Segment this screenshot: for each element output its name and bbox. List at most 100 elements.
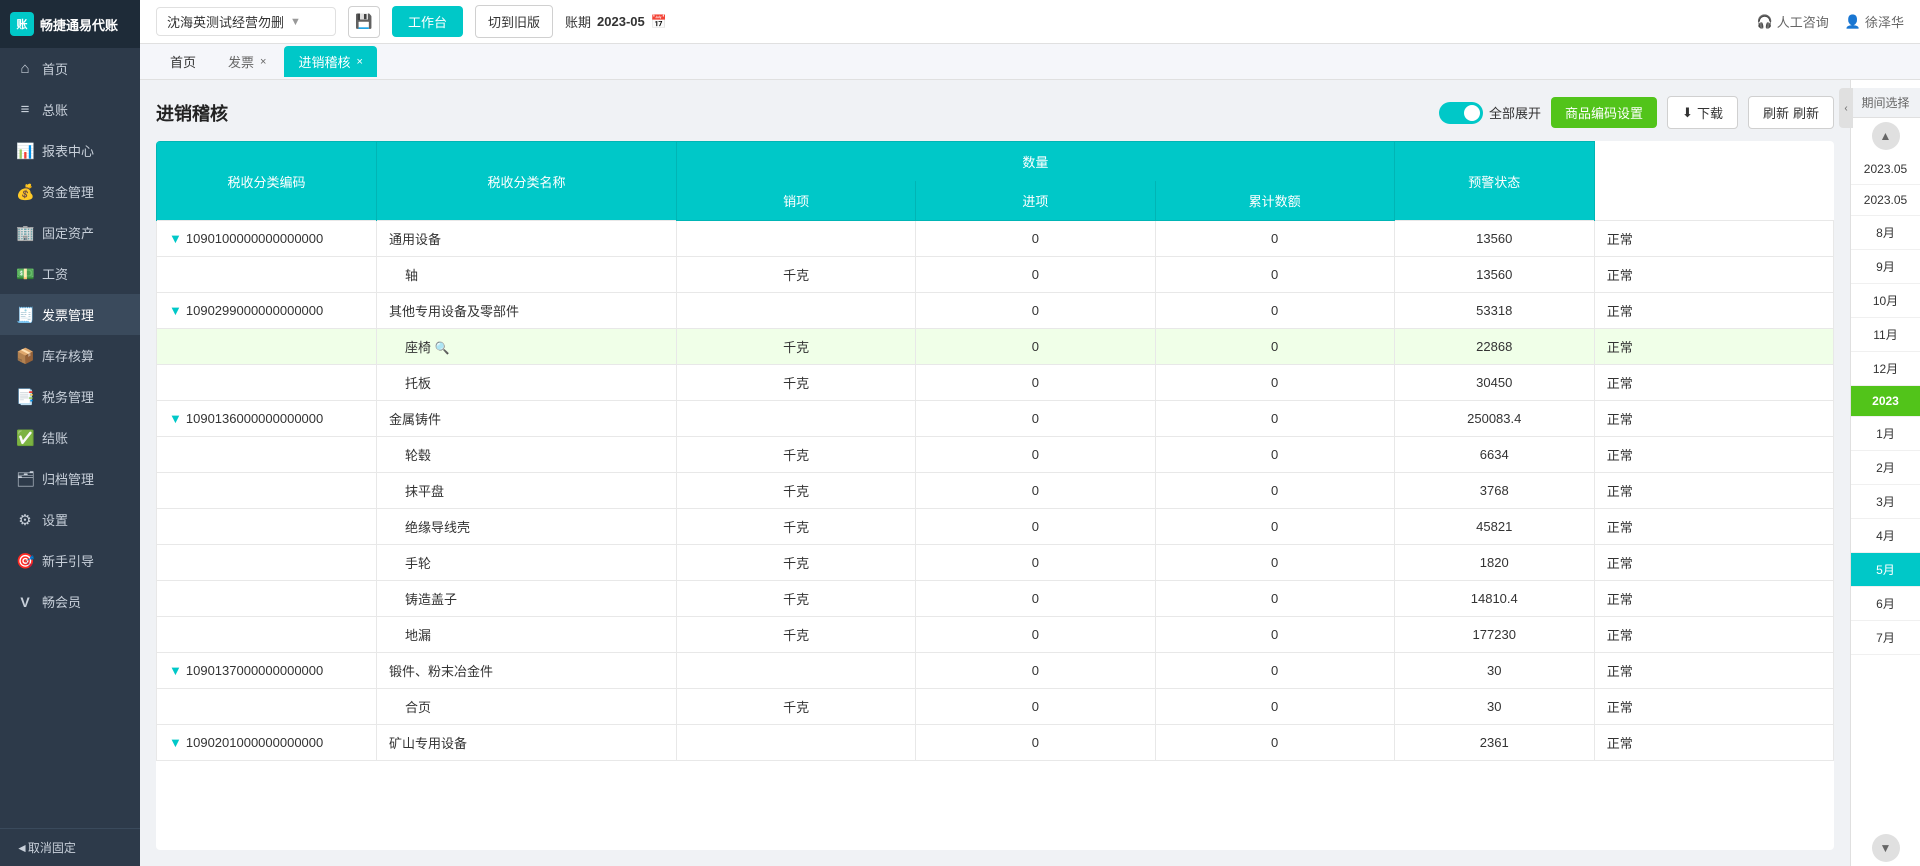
table-row-xiao: 0	[916, 545, 1155, 581]
sidebar-item-home[interactable]: ⌂ 首页	[0, 48, 140, 89]
table-row-status: 正常	[1594, 401, 1833, 437]
period-list: 2023.052023.058月9月10月11月12月20231月2月3月4月5…	[1851, 154, 1920, 830]
search-icon[interactable]: 🔍	[435, 341, 450, 355]
sidebar-item-member[interactable]: V 畅会员	[0, 581, 140, 622]
period-value: 2023-05	[597, 14, 645, 29]
table-row-status: 正常	[1594, 257, 1833, 293]
expand-icon[interactable]: ▼	[169, 735, 182, 750]
table-row-unit-spacer	[677, 725, 916, 761]
table-row-jin: 0	[1155, 365, 1394, 401]
sidebar-item-invoice[interactable]: 🧾 发票管理	[0, 294, 140, 335]
sidebar-item-assets[interactable]: 🏢 固定资产	[0, 212, 140, 253]
home-icon: ⌂	[16, 60, 34, 77]
sidebar-label-invoice: 发票管理	[42, 305, 94, 324]
sidebar-item-guide[interactable]: 🎯 新手引导	[0, 540, 140, 581]
expand-icon[interactable]: ▼	[169, 411, 182, 426]
table-row-name: 合页	[377, 689, 677, 725]
download-button[interactable]: ⬇ 下载	[1667, 96, 1738, 129]
user-profile[interactable]: 👤 徐泽华	[1845, 12, 1904, 31]
table-row-status: 正常	[1594, 473, 1833, 509]
period-item[interactable]: 10月	[1851, 284, 1920, 318]
expand-icon[interactable]: ▼	[169, 303, 182, 318]
company-selector[interactable]: 沈海英测试经营勿删 ▼	[156, 7, 336, 36]
table-row-xiao: 0	[916, 689, 1155, 725]
expand-icon[interactable]: ▼	[169, 663, 182, 678]
table-row-xiao: 0	[916, 581, 1155, 617]
sidebar-label-guide: 新手引导	[42, 551, 94, 570]
toggle-switch[interactable]	[1439, 102, 1483, 124]
period-item[interactable]: 2023	[1851, 386, 1920, 417]
tab-invoice-close-icon[interactable]: ×	[260, 56, 266, 68]
table-row-unit: 千克	[677, 365, 916, 401]
table-row-code-empty	[157, 617, 377, 653]
table-row-unit-spacer	[677, 401, 916, 437]
th-jin: 进项	[916, 181, 1155, 221]
panel-scroll-down-button[interactable]: ▼	[1872, 834, 1900, 862]
period-item[interactable]: 2023.05	[1851, 185, 1920, 216]
download-icon: ⬇	[1682, 105, 1693, 121]
th-quantity: 数量	[677, 142, 1395, 182]
period-item[interactable]: 4月	[1851, 519, 1920, 553]
table-row-xiao: 0	[916, 509, 1155, 545]
table-row-code-empty	[157, 437, 377, 473]
period-item[interactable]: 2023.05	[1851, 154, 1920, 185]
table-row-unit: 千克	[677, 617, 916, 653]
inventory-icon: 📦	[16, 347, 34, 365]
table-row-status: 正常	[1594, 221, 1833, 257]
sidebar-item-inventory[interactable]: 📦 库存核算	[0, 335, 140, 376]
tab-home[interactable]: 首页	[156, 46, 210, 77]
period-label: 账期	[565, 12, 591, 31]
period-item[interactable]: 3月	[1851, 485, 1920, 519]
period-item[interactable]: 5月	[1851, 553, 1920, 587]
sidebar-item-payroll[interactable]: 💵 工资	[0, 253, 140, 294]
refresh-button[interactable]: 刷新 刷新	[1748, 96, 1834, 129]
sidebar-item-tax[interactable]: 📑 税务管理	[0, 376, 140, 417]
table-row-code-empty	[157, 329, 377, 365]
tab-invoice[interactable]: 发票 ×	[214, 46, 280, 77]
save-button[interactable]: 💾	[348, 6, 380, 38]
period-item[interactable]: 9月	[1851, 250, 1920, 284]
toggle-expand[interactable]: 全部展开	[1439, 102, 1541, 124]
payroll-icon: 💵	[16, 265, 34, 283]
period-item[interactable]: 1月	[1851, 417, 1920, 451]
switch-version-button[interactable]: 切到旧版	[475, 5, 553, 38]
sidebar-item-ledger[interactable]: ≡ 总账	[0, 89, 140, 130]
period-item[interactable]: 6月	[1851, 587, 1920, 621]
table-row-jin: 0	[1155, 473, 1394, 509]
tax-icon: 📑	[16, 388, 34, 406]
sidebar-item-settlement[interactable]: ✅ 结账	[0, 417, 140, 458]
table-row-code-empty	[157, 545, 377, 581]
sidebar-item-archive[interactable]: 🗂 归档管理	[0, 458, 140, 499]
period-item[interactable]: 8月	[1851, 216, 1920, 250]
sidebar-label-tax: 税务管理	[42, 387, 94, 406]
table-row-total: 177230	[1394, 617, 1594, 653]
period-item[interactable]: 2月	[1851, 451, 1920, 485]
sidebar-label-funds: 资金管理	[42, 182, 94, 201]
page-title: 进销稽核	[156, 100, 228, 126]
sidebar-item-reports[interactable]: 📊 报表中心	[0, 130, 140, 171]
calendar-icon[interactable]: 📅	[651, 14, 667, 30]
period-item[interactable]: 7月	[1851, 621, 1920, 655]
sidebar-item-settings[interactable]: ⚙ 设置	[0, 499, 140, 540]
panel-scroll-up-button[interactable]: ▲	[1872, 122, 1900, 150]
panel-toggle-button[interactable]: ‹	[1839, 88, 1853, 128]
expand-icon[interactable]: ▼	[169, 231, 182, 246]
sidebar-label-ledger: 总账	[42, 100, 68, 119]
table-row-status: 正常	[1594, 437, 1833, 473]
app-logo: 账 畅捷通易代账	[0, 0, 140, 48]
app-name: 畅捷通易代账	[40, 15, 118, 34]
sidebar-label-archive: 归档管理	[42, 469, 94, 488]
table-row-unit: 千克	[677, 581, 916, 617]
settings-button[interactable]: 商品编码设置	[1551, 97, 1657, 128]
tab-reconcile-close-icon[interactable]: ×	[356, 56, 362, 68]
tab-reconcile[interactable]: 进销稽核 ×	[284, 46, 376, 77]
period-item[interactable]: 12月	[1851, 352, 1920, 386]
workspace-button[interactable]: 工作台	[392, 6, 463, 37]
period-item[interactable]: 11月	[1851, 318, 1920, 352]
data-table-container: 税收分类编码 税收分类名称 数量 预警状态 销项 进项 累计数额 ▼109010	[156, 141, 1834, 850]
right-panel: ‹ 期间选择 ▲ 2023.052023.058月9月10月11月12月2023…	[1850, 80, 1920, 866]
sidebar-item-funds[interactable]: 💰 资金管理	[0, 171, 140, 212]
support-link[interactable]: 🎧 人工咨询	[1757, 12, 1829, 31]
sidebar-unpin-button[interactable]: ◄取消固定	[0, 828, 140, 866]
table-row-status: 正常	[1594, 545, 1833, 581]
